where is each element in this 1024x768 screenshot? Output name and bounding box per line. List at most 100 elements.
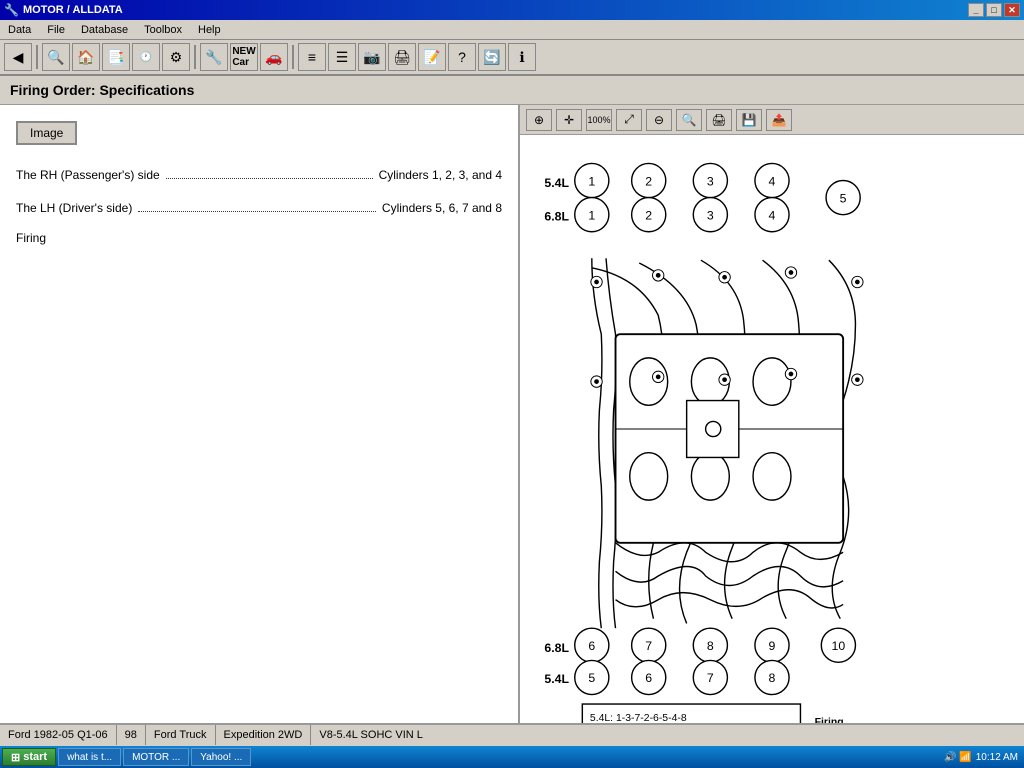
update-button[interactable]: 🔄 [478,43,506,71]
back-button[interactable]: ◀ [4,43,32,71]
status-model: Expedition 2WD [216,725,312,745]
search-button[interactable]: 🔍 [42,43,70,71]
info-button[interactable]: ℹ [508,43,536,71]
engine-diagram: 5.4L 1 2 3 4 6.8L 1 2 3 4 [520,135,1024,723]
zoom-in-button[interactable]: ⊕ [526,109,552,131]
svg-text:4: 4 [769,174,776,188]
start-button[interactable]: ⊞ start [2,748,56,766]
zoom-100-button[interactable]: 100% [586,109,612,131]
app-title: MOTOR / ALLDATA [23,4,123,16]
spec-value-rh: Cylinders 1, 2, 3, and 4 [379,168,502,182]
taskbar-item-3[interactable]: Yahoo! ... [191,748,251,766]
clock: 10:12 AM [976,752,1018,763]
svg-text:2: 2 [645,208,652,222]
history-button[interactable]: 🕐 [132,43,160,71]
svg-text:6.8L: 6.8L [544,209,569,223]
new-car-button[interactable]: NEWCar [230,43,258,71]
menu-database[interactable]: Database [77,22,132,38]
app-icon: 🔧 [4,3,19,17]
status-make: Ford Truck [146,725,216,745]
home-button[interactable]: 🏠 [72,43,100,71]
zoom-out-button[interactable]: ⊖ [646,109,672,131]
menu-data[interactable]: Data [4,22,35,38]
taskbar-tray: 🔊 📶 10:12 AM [944,752,1022,763]
image-button[interactable]: Image [16,121,77,145]
start-icon: ⊞ [11,751,20,764]
svg-text:2: 2 [645,174,652,188]
print-diagram-button[interactable]: 🖨 [706,109,732,131]
taskbar-item-2[interactable]: MOTOR ... [123,748,189,766]
bookmark-button[interactable]: 📑 [102,43,130,71]
toolbar-separator-2 [194,45,196,69]
svg-text:5.4L: 5.4L [544,672,569,686]
tray-icons: 🔊 📶 [944,752,972,763]
taskbar-item-2-label: MOTOR ... [132,752,180,763]
menu-help[interactable]: Help [194,22,225,38]
toolbar: ◀ 🔍 🏠 📑 🕐 ⚙ 🔧 NEWCar 🚗 ≡ ☰ 📷 🖨 📝 ? 🔄 ℹ [0,40,1024,76]
pan-button[interactable]: ✛ [556,109,582,131]
list2-button[interactable]: ☰ [328,43,356,71]
toolbar-separator-3 [292,45,294,69]
save-diagram-button[interactable]: 💾 [736,109,762,131]
svg-text:10: 10 [832,639,846,653]
svg-text:6: 6 [645,671,652,685]
svg-text:Firing: Firing [815,717,844,723]
taskbar-item-3-label: Yahoo! ... [200,752,242,763]
right-panel: ⊕ ✛ 100% ⤢ ⊖ 🔍 🖨 💾 📤 5.4L 1 2 [520,105,1024,723]
spec-label-rh: The RH (Passenger's) side [16,168,160,182]
diagram-area: 5.4L 1 2 3 4 6.8L 1 2 3 4 [520,135,1024,723]
zoom-custom-button[interactable]: 🔍 [676,109,702,131]
image-button[interactable]: 📷 [358,43,386,71]
spec-label-lh: The LH (Driver's side) [16,201,132,215]
diagram-toolbar: ⊕ ✛ 100% ⤢ ⊖ 🔍 🖨 💾 📤 [520,105,1024,135]
start-label: start [23,751,47,763]
tools-button[interactable]: ⚙ [162,43,190,71]
svg-text:9: 9 [769,639,776,653]
minimize-button[interactable]: _ [968,3,984,17]
menu-file[interactable]: File [43,22,69,38]
svg-text:1: 1 [588,174,595,188]
svg-text:7: 7 [707,671,714,685]
maximize-button[interactable]: □ [986,3,1002,17]
page-header: Firing Order: Specifications [0,76,1024,105]
zoom-fit-button[interactable]: ⤢ [616,109,642,131]
title-bar-controls[interactable]: _ □ ✕ [968,3,1020,17]
taskbar-item-1[interactable]: what is t... [58,748,121,766]
svg-text:5: 5 [588,671,595,685]
svg-text:5.4L: 5.4L [544,176,569,190]
menu-toolbox[interactable]: Toolbox [140,22,186,38]
svg-text:4: 4 [769,208,776,222]
list1-button[interactable]: ≡ [298,43,326,71]
svg-text:8: 8 [707,639,714,653]
spec-row-lh: The LH (Driver's side) Cylinders 5, 6, 7… [16,198,502,215]
svg-text:6: 6 [588,639,595,653]
menu-bar: Data File Database Toolbox Help [0,20,1024,40]
taskbar-item-1-label: what is t... [67,752,112,763]
svg-text:5: 5 [840,191,847,205]
status-left: Ford 1982-05 Q1-06 [0,725,117,745]
status-engine: V8-5.4L SOHC VIN L [311,725,431,745]
svg-text:3: 3 [707,174,714,188]
svg-text:1: 1 [588,208,595,222]
svg-text:7: 7 [645,639,652,653]
left-panel: Image The RH (Passenger's) side Cylinder… [0,105,520,723]
status-year: 98 [117,725,146,745]
print-button[interactable]: 🖨 [388,43,416,71]
spec-value-lh: Cylinders 5, 6, 7 and 8 [382,201,502,215]
page-title: Firing Order: Specifications [10,82,194,98]
svg-text:5.4L: 1-3-7-2-6-5-4-8: 5.4L: 1-3-7-2-6-5-4-8 [590,713,687,723]
svg-text:3: 3 [707,208,714,222]
taskbar: ⊞ start what is t... MOTOR ... Yahoo! ..… [0,746,1024,768]
spec-row-rh: The RH (Passenger's) side Cylinders 1, 2… [16,165,502,182]
note-button[interactable]: 📝 [418,43,446,71]
wrench-button[interactable]: 🔧 [200,43,228,71]
toolbar-separator-1 [36,45,38,69]
export-diagram-button[interactable]: 📤 [766,109,792,131]
title-bar: 🔧 MOTOR / ALLDATA _ □ ✕ [0,0,1024,20]
close-button[interactable]: ✕ [1004,3,1020,17]
spec-dots-rh [166,165,373,179]
svg-text:8: 8 [769,671,776,685]
help-button[interactable]: ? [448,43,476,71]
car-button[interactable]: 🚗 [260,43,288,71]
svg-text:6.8L: 6.8L [544,641,569,655]
